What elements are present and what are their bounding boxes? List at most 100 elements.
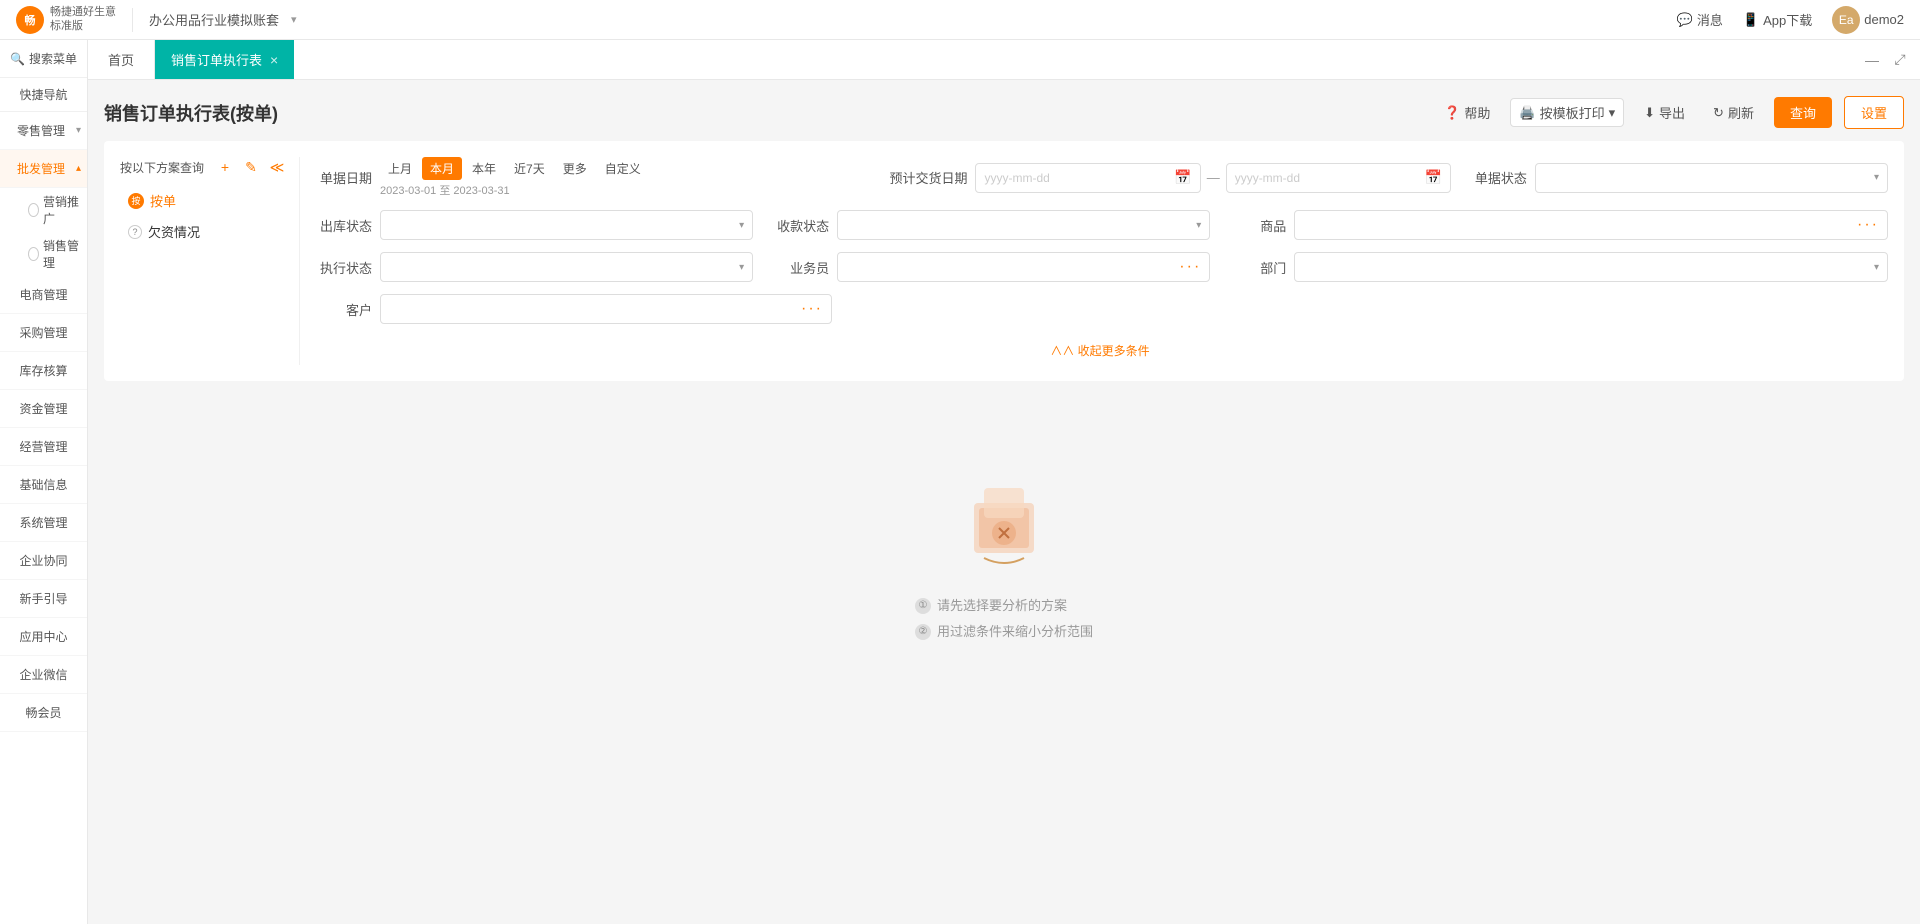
sidebar-item-system[interactable]: 系统管理 [0, 504, 87, 542]
sub-icon [28, 203, 39, 217]
refresh-icon: ↻ [1713, 105, 1724, 121]
calendar-icon-end: 📅 [1424, 169, 1441, 186]
filter-out-status-field: 出库状态 ▾ [312, 210, 753, 240]
doc-status-select[interactable]: ▾ [1535, 163, 1888, 193]
filter-row-2: 出库状态 ▾ 收款状态 ▾ [312, 210, 1888, 240]
tab-active-label: 销售订单执行表 [171, 50, 262, 69]
logo-text: 畅捷通好生意 标准版 [50, 6, 116, 32]
out-status-select[interactable]: ▾ [380, 210, 753, 240]
goods-select[interactable]: ··· [1294, 210, 1888, 240]
filter-row-1: 单据日期 上月 本月 本年 近7天 更多 自定义 [312, 157, 1888, 198]
settings-button[interactable]: 设置 [1844, 96, 1904, 129]
sidebar-item-cooperation[interactable]: 企业协同 [0, 542, 87, 580]
chevron-down-icon: ▾ [1609, 105, 1616, 121]
expected-date-inputs: yyyy-mm-dd 📅 — yyyy-mm-dd 📅 [975, 163, 1450, 193]
sidebar-search[interactable]: 🔍 搜索菜单 [0, 40, 87, 78]
template-print-button[interactable]: 🖨️ 按模板打印 ▾ [1510, 98, 1624, 127]
filter-goods-field: 商品 ··· [1226, 210, 1888, 240]
empty-tip-row-2: ② 用过滤条件来缩小分析范围 [915, 619, 1093, 645]
collect-status-select[interactable]: ▾ [837, 210, 1210, 240]
date-tab-this-month[interactable]: 本月 [422, 157, 462, 180]
sidebar-item-member[interactable]: 畅会员 [0, 694, 87, 732]
export-button[interactable]: ⬇ 导出 [1636, 99, 1693, 126]
search-icon: 🔍 [10, 52, 25, 66]
content-area: 首页 销售订单执行表 × — ⤢ 销售订单执行表(按单) ❓ 帮助 [88, 40, 1920, 924]
scheme-actions: + ✎ ≪ [215, 157, 287, 177]
avatar: Ea [1832, 6, 1860, 34]
chevron-down-icon: ▾ [76, 125, 81, 136]
scheme-item-qiankuang[interactable]: ? 欠资情况 [120, 216, 287, 247]
salesman-select[interactable]: ··· [837, 252, 1210, 282]
user-profile[interactable]: Ea demo2 [1832, 6, 1904, 34]
sub-icon [28, 247, 39, 261]
expected-date-start[interactable]: yyyy-mm-dd 📅 [975, 163, 1200, 193]
tab-home[interactable]: 首页 [88, 40, 155, 79]
filter-date-field: 单据日期 上月 本月 本年 近7天 更多 自定义 [312, 157, 873, 198]
sidebar-item-purchase[interactable]: 采购管理 [0, 314, 87, 352]
sidebar-item-ecommerce[interactable]: 电商管理 [0, 276, 87, 314]
date-tab-custom[interactable]: 自定义 [597, 157, 649, 180]
sidebar-item-wholesale[interactable]: 批发管理 ▴ [0, 150, 87, 188]
filter-doc-status-field: 单据状态 ▾ [1467, 163, 1888, 193]
chevron-down-icon: ▾ [1874, 262, 1879, 273]
page-title-topbar[interactable]: 办公用品行业模拟账套 [149, 10, 279, 29]
sidebar-item-wechat[interactable]: 企业微信 [0, 656, 87, 694]
minimize-button[interactable]: — [1860, 48, 1884, 72]
filter-salesman-field: 业务员 ··· [769, 252, 1210, 282]
sidebar-item-retail[interactable]: 零售管理 ▾ [0, 112, 87, 150]
filter-panel: 按以下方案查询 + ✎ ≪ 按 按单 ? [104, 141, 1904, 381]
top-bar-right: 💬 消息 📱 App下载 Ea demo2 [1677, 6, 1904, 34]
date-tab-last7[interactable]: 近7天 [506, 157, 553, 180]
exec-status-select[interactable]: ▾ [380, 252, 753, 282]
dept-select[interactable]: ▾ [1294, 252, 1888, 282]
sidebar-item-operation[interactable]: 经营管理 [0, 428, 87, 466]
scheme-icon: 按 [128, 193, 144, 209]
expected-date-label: 预计交货日期 [889, 168, 967, 187]
dots-icon: ··· [801, 300, 823, 318]
scheme-collapse-button[interactable]: ≪ [267, 157, 287, 177]
message-button[interactable]: 💬 消息 [1677, 10, 1723, 29]
sidebar-quick-nav[interactable]: 快捷导航 [0, 78, 87, 112]
sidebar-item-sales[interactable]: 销售管理 [0, 232, 87, 276]
sidebar-item-finance[interactable]: 资金管理 [0, 390, 87, 428]
salesman-label: 业务员 [769, 258, 829, 277]
phone-icon: 📱 [1743, 12, 1759, 28]
calendar-icon: 📅 [1174, 169, 1191, 186]
chevron-down-icon: ▾ [739, 262, 744, 273]
filter-row-3: 执行状态 ▾ 业务员 ··· [312, 252, 1888, 282]
topbar-dropdown-icon[interactable]: ▾ [291, 13, 297, 26]
expected-date-end[interactable]: yyyy-mm-dd 📅 [1226, 163, 1451, 193]
sidebar-item-basic[interactable]: 基础信息 [0, 466, 87, 504]
sidebar-item-newbie[interactable]: 新手引导 [0, 580, 87, 618]
chevron-down-icon: ▾ [739, 220, 744, 231]
sidebar-item-inventory[interactable]: 库存核算 [0, 352, 87, 390]
query-button[interactable]: 查询 [1774, 97, 1832, 128]
sidebar-item-marketing[interactable]: 营销推广 [0, 188, 87, 232]
date-tab-last-month[interactable]: 上月 [380, 157, 420, 180]
filter-row-4: 客户 ··· [312, 294, 1888, 324]
scheme-item-badan[interactable]: 按 按单 [120, 185, 287, 216]
chevron-down-icon: ▾ [1874, 172, 1879, 183]
sidebar-item-apps[interactable]: 应用中心 [0, 618, 87, 656]
scheme-header: 按以下方案查询 + ✎ ≪ [120, 157, 287, 177]
app-download-button[interactable]: 📱 App下载 [1743, 10, 1812, 29]
page-header-actions: ❓ 帮助 🖨️ 按模板打印 ▾ ⬇ 导出 ↻ 刷新 [1436, 96, 1904, 129]
date-tabs: 上月 本月 本年 近7天 更多 自定义 [380, 157, 865, 180]
date-tab-this-year[interactable]: 本年 [464, 157, 504, 180]
maximize-button[interactable]: ⤢ [1888, 48, 1912, 72]
refresh-button[interactable]: ↻ 刷新 [1705, 99, 1762, 126]
customer-select[interactable]: ··· [380, 294, 832, 324]
message-icon: 💬 [1677, 12, 1693, 28]
scheme-edit-button[interactable]: ✎ [241, 157, 261, 177]
scheme-add-button[interactable]: + [215, 157, 235, 177]
logo-area: 畅 畅捷通好生意 标准版 [16, 6, 116, 34]
empty-state: ① 请先选择要分析的方案 ② 用过滤条件来缩小分析范围 [104, 393, 1904, 725]
collapse-bar[interactable]: ∧∧ 收起更多条件 [312, 336, 1888, 365]
dept-label: 部门 [1226, 258, 1286, 277]
help-button[interactable]: ❓ 帮助 [1436, 99, 1498, 126]
filter-exec-status-field: 执行状态 ▾ [312, 252, 753, 282]
tab-close-button[interactable]: × [270, 52, 278, 68]
date-tab-more[interactable]: 更多 [555, 157, 595, 180]
tab-active[interactable]: 销售订单执行表 × [155, 40, 294, 79]
filter-layout: 按以下方案查询 + ✎ ≪ 按 按单 ? [120, 157, 1888, 365]
